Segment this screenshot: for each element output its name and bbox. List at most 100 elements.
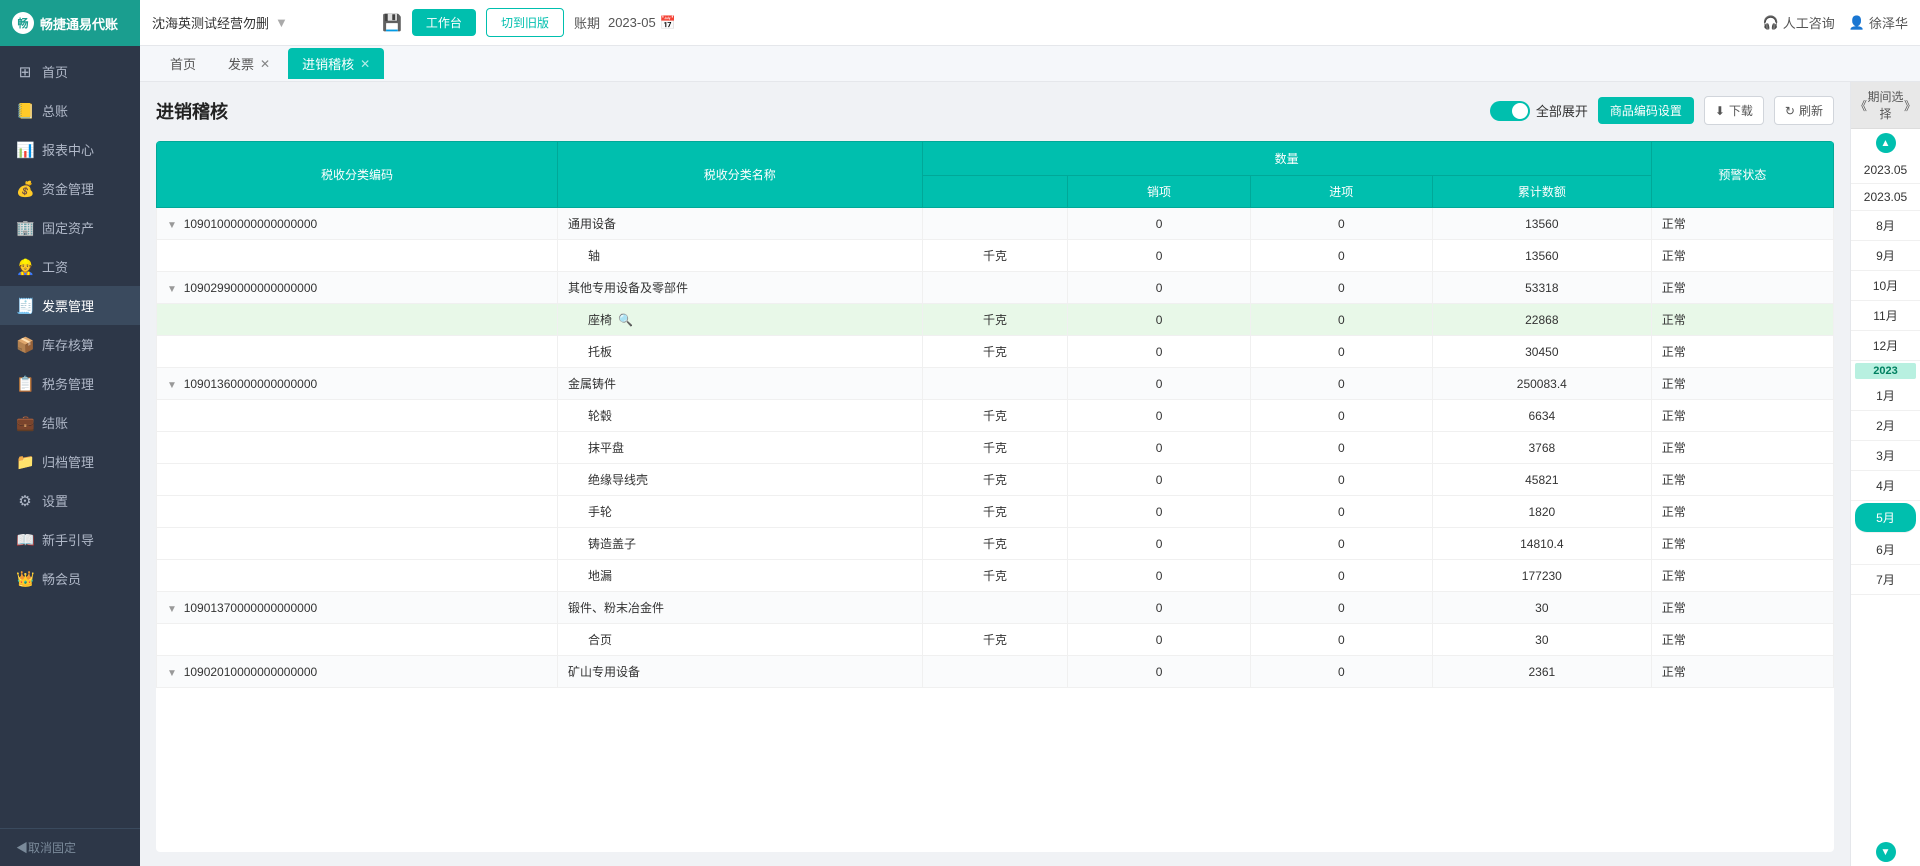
sidebar-item-finance[interactable]: 💰 资金管理 [0, 169, 140, 208]
period-item[interactable]: 6月 [1851, 535, 1920, 565]
period-item[interactable]: 5月 [1855, 503, 1916, 533]
product-code-button[interactable]: 商品编码设置 [1598, 97, 1694, 124]
table-cell-status: 正常 [1651, 368, 1833, 400]
period-item[interactable]: 2023 [1855, 363, 1916, 379]
table-cell-name: 轴 [558, 240, 923, 272]
period-item[interactable]: 9月 [1851, 241, 1920, 271]
workbench-button[interactable]: 工作台 [412, 9, 476, 36]
content-area: 进销稽核 全部展开 商品编码设置 ⬇ 下载 ↻ 刷新 [140, 82, 1920, 866]
period-item[interactable]: 3月 [1851, 441, 1920, 471]
expand-icon[interactable]: ▼ [167, 604, 180, 615]
scroll-up-button[interactable]: ▲ [1876, 133, 1896, 153]
expand-all-toggle[interactable]: 全部展开 [1490, 101, 1588, 121]
expand-icon[interactable]: ▼ [167, 668, 180, 679]
right-panel: 《 期间选择 》 ▲ 2023.052023.058月9月10月11月12月20… [1850, 82, 1920, 866]
sidebar-item-label: 报表中心 [42, 140, 94, 159]
ledger-icon: 📒 [16, 102, 34, 120]
period-item[interactable]: 7月 [1851, 565, 1920, 595]
guide-icon: 📖 [16, 531, 34, 549]
tab-invoice[interactable]: 发票 ✕ [214, 48, 284, 79]
col-purchase-header: 进项 [1250, 176, 1432, 208]
sidebar-item-guide[interactable]: 📖 新手引导 [0, 520, 140, 559]
sidebar: 畅 畅捷通易代账 ⊞ 首页 📒 总账 📊 报表中心 💰 资金管理 🏢 固定资产 … [0, 0, 140, 866]
panel-collapse-left-icon[interactable]: 《 [1855, 97, 1867, 114]
switch-button[interactable]: 切到旧版 [486, 8, 564, 37]
sidebar-item-reports[interactable]: 📊 报表中心 [0, 130, 140, 169]
sidebar-item-member[interactable]: 👑 畅会员 [0, 559, 140, 598]
period-item[interactable]: 2023.05 [1851, 184, 1920, 211]
period-item[interactable]: 4月 [1851, 471, 1920, 501]
refresh-button[interactable]: ↻ 刷新 [1774, 96, 1834, 125]
table-cell-status: 正常 [1651, 240, 1833, 272]
expand-icon[interactable]: ▼ [167, 220, 180, 231]
data-table: 税收分类编码 税收分类名称 数量 预警状态 销项 进项 累计数额 ▼ 10901… [156, 141, 1834, 852]
sidebar-unpin[interactable]: ◀取消固定 [0, 828, 140, 866]
panel-title: 期间选择 [1867, 88, 1904, 122]
sidebar-item-ledger[interactable]: 📒 总账 [0, 91, 140, 130]
table-cell-purchase: 0 [1250, 432, 1432, 464]
table-cell-unit: 千克 [922, 464, 1068, 496]
panel-expand-right-icon[interactable]: 》 [1904, 97, 1916, 114]
table-cell-code: ▼ 10901000000000000000 [157, 208, 558, 240]
sidebar-item-settings[interactable]: ⚙ 设置 [0, 481, 140, 520]
table-cell-name: 铸造盖子 [558, 528, 923, 560]
table-cell-unit: 千克 [922, 624, 1068, 656]
expand-icon[interactable]: ▼ [167, 380, 180, 391]
table-cell-sales: 0 [1068, 304, 1250, 336]
search-icon[interactable]: 🔍 [618, 313, 633, 327]
period-item[interactable]: 2023.05 [1851, 157, 1920, 184]
period-item[interactable]: 1月 [1851, 381, 1920, 411]
download-button[interactable]: ⬇ 下载 [1704, 96, 1764, 125]
sidebar-item-archive[interactable]: 📁 归档管理 [0, 442, 140, 481]
invoice-icon: 🧾 [16, 297, 34, 315]
table-cell-total: 6634 [1432, 400, 1651, 432]
tab-home[interactable]: 首页 [156, 48, 210, 79]
close-icon[interactable]: ✕ [360, 57, 370, 71]
tab-reconciliation[interactable]: 进销稽核 ✕ [288, 48, 384, 79]
table-cell-unit: 千克 [922, 432, 1068, 464]
table-cell-sales: 0 [1068, 464, 1250, 496]
table-cell-status: 正常 [1651, 592, 1833, 624]
period-item[interactable]: 12月 [1851, 331, 1920, 361]
period-item[interactable]: 2月 [1851, 411, 1920, 441]
table-cell-unit: 千克 [922, 400, 1068, 432]
table-cell-name: 手轮 [558, 496, 923, 528]
company-selector[interactable]: 沈海英测试经营勿删 ▼ [152, 13, 372, 32]
sidebar-item-settlement[interactable]: 💼 结账 [0, 403, 140, 442]
period-item[interactable]: 10月 [1851, 271, 1920, 301]
table-cell-status: 正常 [1651, 208, 1833, 240]
table-cell-code: ▼ 10902990000000000000 [157, 272, 558, 304]
close-icon[interactable]: ✕ [260, 57, 270, 71]
col-unit-header [922, 176, 1068, 208]
sidebar-item-home[interactable]: ⊞ 首页 [0, 52, 140, 91]
tab-home-label: 首页 [170, 54, 196, 73]
expand-icon[interactable]: ▼ [167, 284, 180, 295]
sidebar-item-salary[interactable]: 👷 工资 [0, 247, 140, 286]
table-cell-total: 250083.4 [1432, 368, 1651, 400]
table-cell-total: 53318 [1432, 272, 1651, 304]
table-cell-total: 3768 [1432, 432, 1651, 464]
period-item[interactable]: 11月 [1851, 301, 1920, 331]
table-cell-purchase-val: 0 [1250, 368, 1432, 400]
sidebar-item-label: 归档管理 [42, 452, 94, 471]
calendar-icon[interactable]: 📅 [660, 15, 676, 31]
table-cell-sales: 0 [1068, 240, 1250, 272]
support-button[interactable]: 🎧 人工咨询 [1763, 13, 1835, 32]
table-cell-purchase: 0 [1250, 496, 1432, 528]
sidebar-item-invoice[interactable]: 🧾 发票管理 [0, 286, 140, 325]
table-cell-purchase-val: 0 [1250, 592, 1432, 624]
period-value: 2023-05 [608, 15, 656, 30]
sidebar-item-assets[interactable]: 🏢 固定资产 [0, 208, 140, 247]
period-item[interactable]: 8月 [1851, 211, 1920, 241]
sidebar-item-tax[interactable]: 📋 税务管理 [0, 364, 140, 403]
col-tax-code-header: 税收分类编码 [157, 142, 558, 208]
table-cell-purchase-val: 0 [1250, 656, 1432, 688]
save-status-icon: 💾 [382, 13, 402, 33]
toggle-switch[interactable] [1490, 101, 1530, 121]
user-menu[interactable]: 👤 徐泽华 [1849, 13, 1908, 32]
sidebar-item-inventory[interactable]: 📦 库存核算 [0, 325, 140, 364]
company-name: 沈海英测试经营勿删 [152, 13, 269, 32]
scroll-down-button[interactable]: ▼ [1876, 842, 1896, 862]
sidebar-bottom-label: ◀取消固定 [16, 839, 76, 856]
table-cell-code: ▼ 10901360000000000000 [157, 368, 558, 400]
